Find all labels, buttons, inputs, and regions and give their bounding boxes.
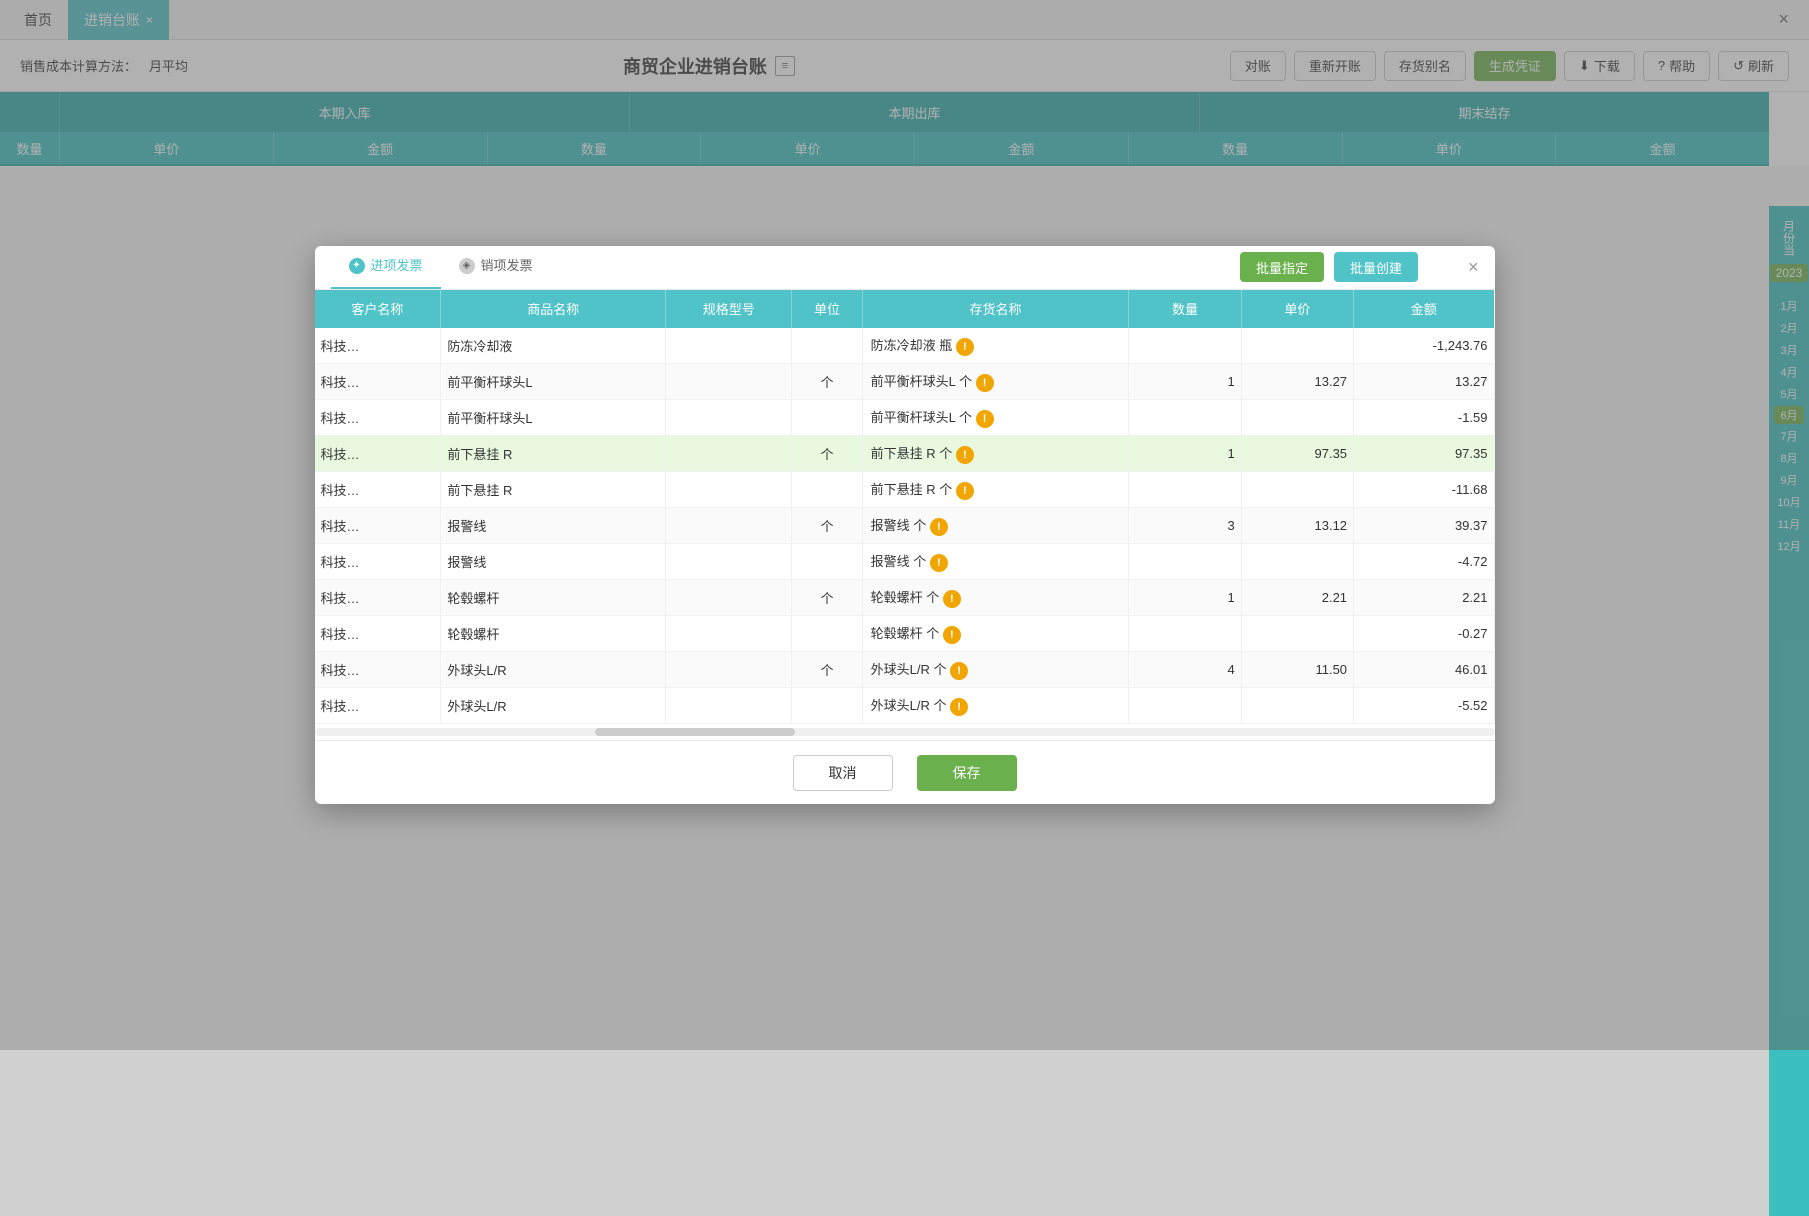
table-row: 科技…前平衡杆球头L个前平衡杆球头L 个 !113.2713.27 (315, 364, 1495, 400)
save-button[interactable]: 保存 (917, 755, 1017, 791)
table-row: 科技…前下悬挂 R个前下悬挂 R 个 !197.3597.35 (315, 436, 1495, 472)
dialog-table: 客户名称 商品名称 规格型号 单位 存货名称 数量 单价 金额 科技…防冻冷却液… (315, 290, 1495, 725)
col-amount: 金额 (1354, 290, 1494, 328)
horizontal-scrollbar[interactable] (315, 728, 1495, 736)
batch-assign-button[interactable]: 批量指定 (1240, 252, 1324, 282)
warning-icon: ! (976, 410, 994, 428)
table-row: 科技…防冻冷却液防冻冷却液 瓶 !-1,243.76 (315, 328, 1495, 364)
col-unit: 单位 (792, 290, 862, 328)
table-row: 科技…轮毂螺杆轮毂螺杆 个 !-0.27 (315, 616, 1495, 652)
warning-icon: ! (950, 698, 968, 716)
warning-icon: ! (943, 626, 961, 644)
outgoing-tab-label: 销项发票 (481, 244, 533, 288)
warning-icon: ! (930, 518, 948, 536)
warning-icon: ! (956, 446, 974, 464)
warning-icon: ! (956, 482, 974, 500)
table-row: 科技…报警线报警线 个 !-4.72 (315, 544, 1495, 580)
warning-icon: ! (930, 554, 948, 572)
table-row: 科技…外球头L/R外球头L/R 个 !-5.52 (315, 688, 1495, 724)
tab-incoming-invoice[interactable]: ✦ 进项发票 (331, 245, 441, 289)
col-spec: 规格型号 (666, 290, 792, 328)
outgoing-tab-icon: ◈ (459, 258, 475, 274)
tab-outgoing-invoice[interactable]: ◈ 销项发票 (441, 245, 551, 289)
dialog-footer: 取消 保存 (315, 740, 1495, 804)
col-client: 客户名称 (315, 290, 441, 328)
warning-icon: ! (950, 662, 968, 680)
table-row: 科技…报警线个报警线 个 !313.1239.37 (315, 508, 1495, 544)
modal-overlay: ✦ 进项发票 ◈ 销项发票 批量指定 批量创建 × (0, 0, 1809, 1050)
warning-icon: ! (943, 590, 961, 608)
incoming-tab-icon: ✦ (349, 258, 365, 274)
warning-icon: ! (956, 338, 974, 356)
col-product: 商品名称 (441, 290, 666, 328)
incoming-tab-label: 进项发票 (371, 244, 423, 288)
table-row: 科技…前平衡杆球头L前平衡杆球头L 个 !-1.59 (315, 400, 1495, 436)
dialog: ✦ 进项发票 ◈ 销项发票 批量指定 批量创建 × (315, 246, 1495, 805)
dialog-close-button[interactable]: × (1468, 257, 1479, 278)
dialog-table-wrap[interactable]: 客户名称 商品名称 规格型号 单位 存货名称 数量 单价 金额 科技…防冻冷却液… (315, 290, 1495, 741)
scrollbar-thumb[interactable] (595, 728, 795, 736)
table-header-row: 客户名称 商品名称 规格型号 单位 存货名称 数量 单价 金额 (315, 290, 1495, 328)
table-row: 科技…前下悬挂 R前下悬挂 R 个 !-11.68 (315, 472, 1495, 508)
col-qty: 数量 (1129, 290, 1241, 328)
cancel-button[interactable]: 取消 (793, 755, 893, 791)
table-row: 科技…轮毂螺杆个轮毂螺杆 个 !12.212.21 (315, 580, 1495, 616)
dialog-actions: 批量指定 批量创建 (1240, 252, 1418, 282)
dialog-header: ✦ 进项发票 ◈ 销项发票 批量指定 批量创建 × (315, 246, 1495, 290)
table-row: 科技…外球头L/R个外球头L/R 个 !411.5046.01 (315, 652, 1495, 688)
col-price: 单价 (1241, 290, 1353, 328)
col-inventory: 存货名称 (862, 290, 1129, 328)
batch-create-button[interactable]: 批量创建 (1334, 252, 1418, 282)
warning-icon: ! (976, 374, 994, 392)
